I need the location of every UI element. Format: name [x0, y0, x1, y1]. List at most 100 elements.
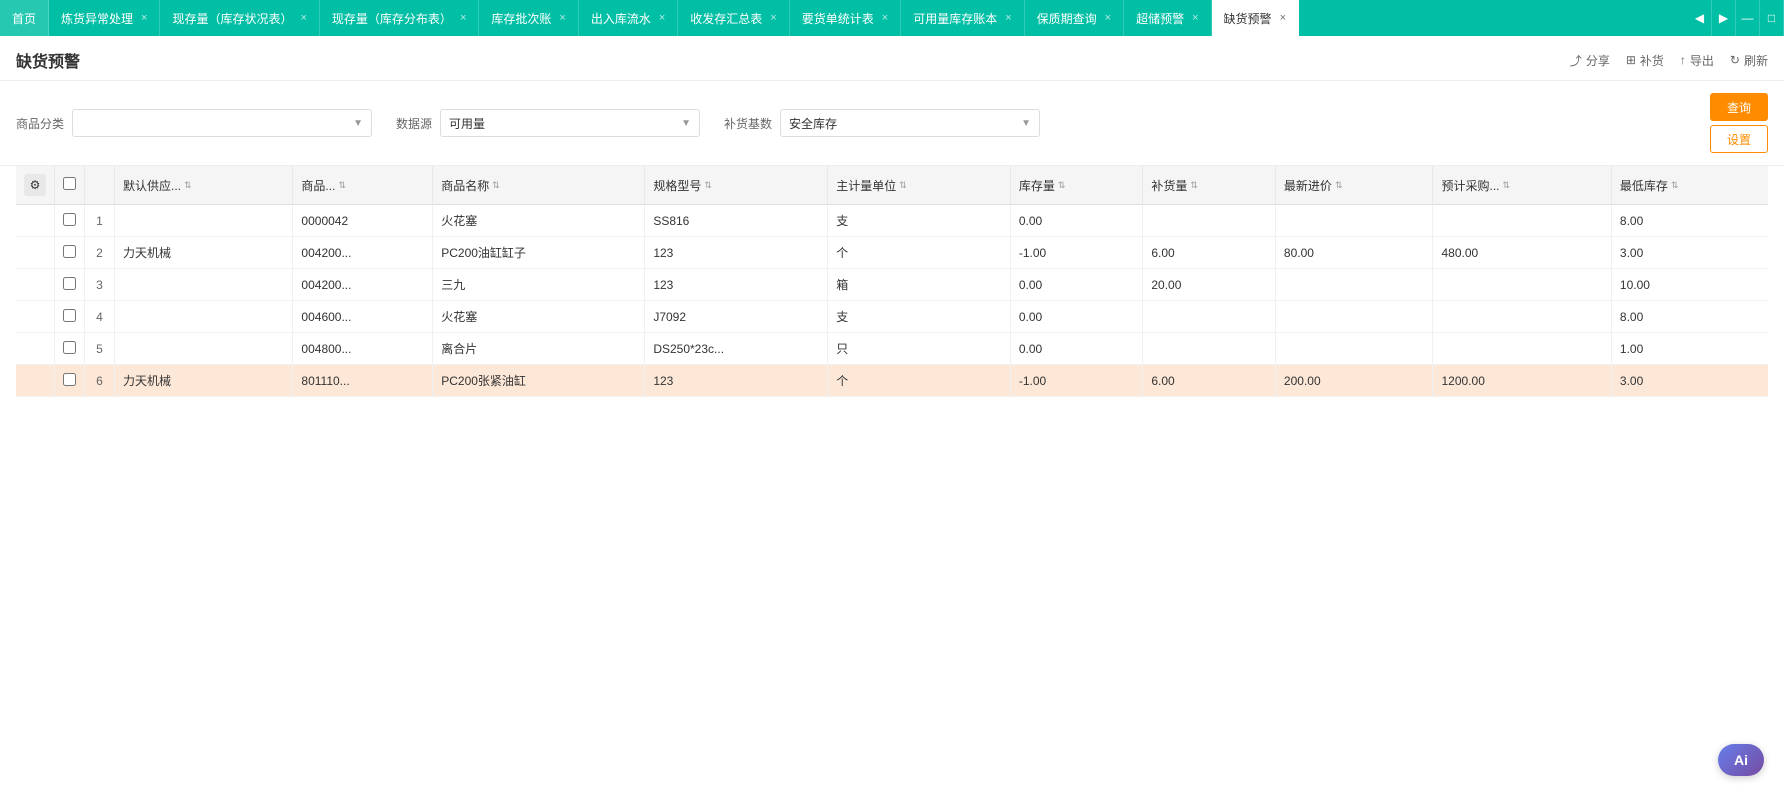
- tab-shortage[interactable]: 缺货预警 ×: [1212, 0, 1299, 36]
- row-replenish-cell: 20.00: [1143, 269, 1276, 301]
- table-container: ⚙ 默认供应... ⇅ 商品...: [0, 166, 1784, 397]
- header-actions: ⤴ 分享 ⊞ 补货 ↑ 导出 ↻ 刷新: [1570, 52, 1768, 69]
- row-code-cell: 004600...: [293, 301, 433, 333]
- row-unit-cell: 个: [828, 365, 1011, 397]
- row-replenish-cell: 6.00: [1143, 365, 1276, 397]
- close-tab-available-ledger[interactable]: ×: [1005, 12, 1011, 24]
- col-unit[interactable]: 主计量单位 ⇅: [828, 166, 1011, 205]
- row-settings-cell: [16, 365, 55, 397]
- replenish-basis-select[interactable]: 安全库存 ▼: [780, 109, 1040, 137]
- tab-inventory-dist[interactable]: 现存量（库存分布表） ×: [320, 0, 479, 36]
- close-tab-batch-account[interactable]: ×: [559, 12, 565, 24]
- close-tab-inventory-status[interactable]: ×: [300, 12, 306, 24]
- replenish-sort[interactable]: 补货量 ⇅: [1151, 177, 1267, 194]
- replenish-basis-filter-group: 补货基数 安全库存 ▼: [724, 109, 1040, 137]
- arrow-minimize-btn[interactable]: —: [1736, 0, 1760, 36]
- row-stock-cell: -1.00: [1010, 237, 1143, 269]
- tab-expiry-query[interactable]: 保质期查询 ×: [1025, 0, 1124, 36]
- share-button[interactable]: ⤴ 分享: [1570, 52, 1610, 69]
- select-all-checkbox[interactable]: [63, 177, 76, 190]
- stock-sort[interactable]: 库存量 ⇅: [1019, 177, 1135, 194]
- row-checkbox-1[interactable]: [63, 245, 76, 258]
- row-code-cell: 801110...: [293, 365, 433, 397]
- row-checkbox-cell[interactable]: [55, 237, 85, 269]
- refresh-button[interactable]: ↻ 刷新: [1730, 52, 1768, 69]
- col-min-stock[interactable]: 最低库存 ⇅: [1611, 166, 1768, 205]
- col-supplier[interactable]: 默认供应... ⇅: [115, 166, 293, 205]
- category-select[interactable]: ▼: [72, 109, 372, 137]
- tab-inout-flow[interactable]: 出入库流水 ×: [579, 0, 678, 36]
- arrow-right-btn[interactable]: ▶: [1712, 0, 1736, 36]
- col-stock[interactable]: 库存量 ⇅: [1010, 166, 1143, 205]
- row-replenish-cell: [1143, 205, 1276, 237]
- estimated-purchase-sort[interactable]: 预计采购... ⇅: [1441, 177, 1602, 194]
- row-checkbox-5[interactable]: [63, 373, 76, 386]
- close-tab-inout-flow[interactable]: ×: [659, 12, 665, 24]
- row-checkbox-cell[interactable]: [55, 269, 85, 301]
- tab-overstock[interactable]: 超储预警 ×: [1124, 0, 1211, 36]
- row-checkbox-3[interactable]: [63, 309, 76, 322]
- col-latest-price[interactable]: 最新进价 ⇅: [1275, 166, 1433, 205]
- tab-inventory-status[interactable]: 现存量（库存状况表） ×: [160, 0, 319, 36]
- tab-home[interactable]: 首页: [0, 0, 49, 36]
- row-checkbox-cell[interactable]: [55, 205, 85, 237]
- close-tab-collect-summary[interactable]: ×: [770, 12, 776, 24]
- row-supplier-cell: 力天机械: [115, 365, 293, 397]
- latest-price-sort[interactable]: 最新进价 ⇅: [1284, 177, 1425, 194]
- ai-badge[interactable]: Ai: [1718, 744, 1764, 776]
- close-tab-expiry-query[interactable]: ×: [1105, 12, 1111, 24]
- table-row: 3 004200... 三九 123 箱 0.00 20.00 10.00: [16, 269, 1768, 301]
- row-min-stock-cell: 3.00: [1611, 237, 1768, 269]
- category-filter-group: 商品分类 ▼: [16, 109, 372, 137]
- row-checkbox-cell[interactable]: [55, 333, 85, 365]
- min-stock-sort[interactable]: 最低库存 ⇅: [1620, 177, 1760, 194]
- arrow-maximize-btn[interactable]: □: [1760, 0, 1784, 36]
- close-tab-order-stat[interactable]: ×: [882, 12, 888, 24]
- col-code[interactable]: 商品... ⇅: [293, 166, 433, 205]
- close-tab-overstock[interactable]: ×: [1192, 12, 1198, 24]
- tab-order-stat[interactable]: 要货单统计表 ×: [790, 0, 901, 36]
- row-name-cell: PC200油缸缸子: [433, 237, 645, 269]
- code-sort[interactable]: 商品... ⇅: [301, 177, 424, 194]
- col-checkbox[interactable]: [55, 166, 85, 205]
- col-settings[interactable]: ⚙: [16, 166, 55, 205]
- row-min-stock-cell: 1.00: [1611, 333, 1768, 365]
- replenish-button[interactable]: ⊞ 补货: [1626, 52, 1664, 69]
- replenish-sort-icon: ⇅: [1190, 180, 1198, 191]
- supplier-sort[interactable]: 默认供应... ⇅: [123, 177, 284, 194]
- row-spec-cell: 123: [645, 237, 828, 269]
- arrow-left-btn[interactable]: ◀: [1688, 0, 1712, 36]
- close-tab-shortage[interactable]: ×: [1280, 12, 1286, 24]
- row-estimated-purchase-cell: [1433, 269, 1611, 301]
- row-settings-cell: [16, 301, 55, 333]
- page-title: 缺货预警: [16, 48, 80, 72]
- spec-sort[interactable]: 规格型号 ⇅: [653, 177, 819, 194]
- col-estimated-purchase[interactable]: 预计采购... ⇅: [1433, 166, 1611, 205]
- row-checkbox-cell[interactable]: [55, 365, 85, 397]
- spec-sort-icon: ⇅: [704, 180, 712, 191]
- row-checkbox-4[interactable]: [63, 341, 76, 354]
- row-num-cell: 6: [85, 365, 115, 397]
- col-spec[interactable]: 规格型号 ⇅: [645, 166, 828, 205]
- row-supplier-cell: [115, 205, 293, 237]
- settings-button[interactable]: 设置: [1710, 125, 1768, 153]
- col-replenish[interactable]: 补货量 ⇅: [1143, 166, 1276, 205]
- datasource-select[interactable]: 可用量 ▼: [440, 109, 700, 137]
- tab-abnormal[interactable]: 炼货异常处理 ×: [49, 0, 160, 36]
- tab-collect-summary[interactable]: 收发存汇总表 ×: [678, 0, 789, 36]
- close-tab-inventory-dist[interactable]: ×: [460, 12, 466, 24]
- unit-sort[interactable]: 主计量单位 ⇅: [836, 177, 1002, 194]
- name-sort[interactable]: 商品名称 ⇅: [441, 177, 636, 194]
- close-tab-abnormal[interactable]: ×: [141, 12, 147, 24]
- col-name[interactable]: 商品名称 ⇅: [433, 166, 645, 205]
- row-min-stock-cell: 3.00: [1611, 365, 1768, 397]
- export-button[interactable]: ↑ 导出: [1680, 52, 1714, 69]
- query-button[interactable]: 查询: [1710, 93, 1768, 121]
- row-checkbox-2[interactable]: [63, 277, 76, 290]
- tab-available-ledger[interactable]: 可用量库存账本 ×: [901, 0, 1024, 36]
- tab-batch-account[interactable]: 库存批次账 ×: [479, 0, 578, 36]
- replenish-basis-label: 补货基数: [724, 115, 772, 132]
- column-settings-icon[interactable]: ⚙: [24, 174, 46, 196]
- row-checkbox-0[interactable]: [63, 213, 76, 226]
- row-checkbox-cell[interactable]: [55, 301, 85, 333]
